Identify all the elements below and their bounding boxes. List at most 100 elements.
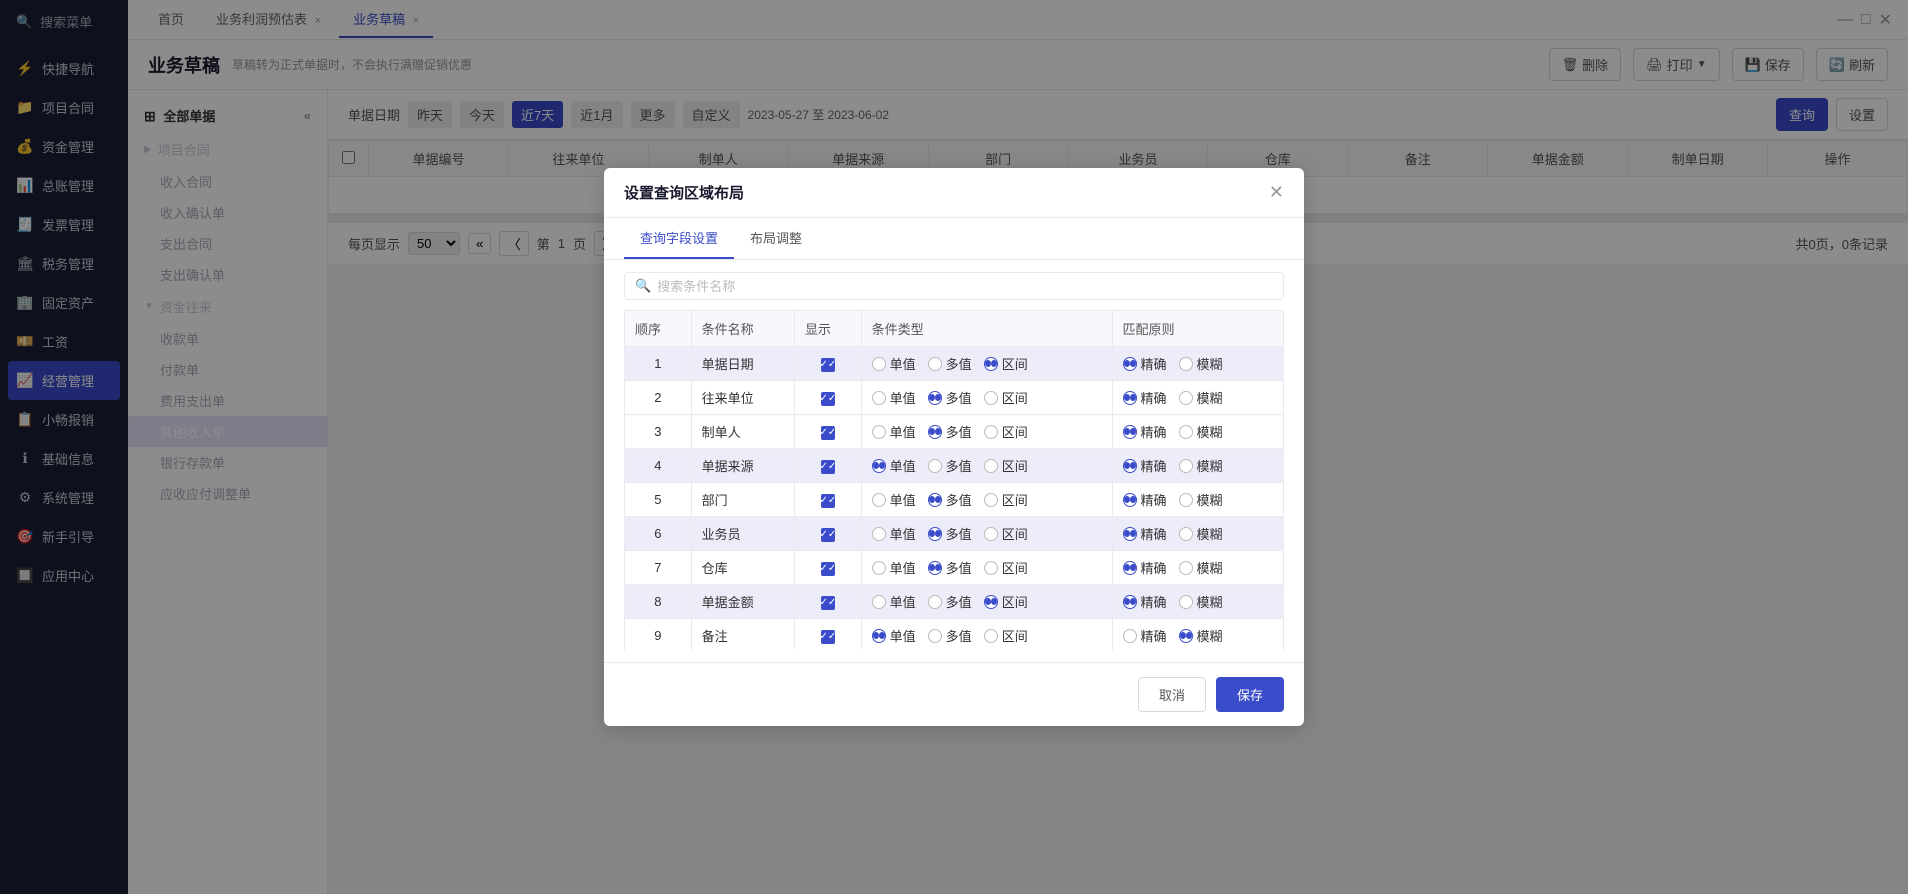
condtype-radio-range[interactable]: 区间 [984, 592, 1028, 611]
condtype-radio-range[interactable]: 区间 [984, 422, 1028, 441]
row-show: ✓ [795, 585, 862, 619]
condtype-radio-single[interactable]: 单值 [872, 490, 916, 509]
row-matchtype: 精确模糊 [1112, 551, 1284, 585]
settings-row: 4单据来源✓单值多值区间精确模糊 [625, 449, 1284, 483]
condtype-radio-multi[interactable]: 多值 [928, 490, 972, 509]
row-name: 单据来源 [691, 449, 794, 483]
show-checkbox[interactable]: ✓ [821, 460, 835, 474]
row-show: ✓ [795, 347, 862, 381]
condtype-radio-single[interactable]: 单值 [872, 524, 916, 543]
condtype-radio-multi[interactable]: 多值 [928, 422, 972, 441]
col-matchtype: 匹配原则 [1112, 311, 1284, 347]
show-checkbox[interactable]: ✓ [821, 358, 835, 372]
dialog-cancel-button[interactable]: 取消 [1138, 677, 1206, 712]
show-checkbox[interactable]: ✓ [821, 630, 835, 644]
condtype-radio-range[interactable]: 区间 [984, 524, 1028, 543]
settings-dialog: 设置查询区域布局 ✕ 查询字段设置 布局调整 🔍 顺序 条件 [604, 168, 1304, 726]
settings-row: 8单据金额 ✓ 单值多值区间 精确模糊 [625, 585, 1284, 619]
condtype-radio-range[interactable]: 区间 [984, 558, 1028, 577]
condtype-radio-multi[interactable]: 多值 [928, 626, 972, 645]
row-condtype: 单值多值区间 [861, 449, 1112, 483]
row-name: 部门 [691, 483, 794, 517]
settings-table-scroll[interactable]: 顺序 条件名称 显示 条件类型 匹配原则 1单据日期✓单值多值区间精确模糊2往来… [624, 310, 1284, 650]
row-show: ✓ [795, 381, 862, 415]
condtype-radio-single[interactable]: 单值 [872, 558, 916, 577]
row-name: 单据日期 [691, 347, 794, 381]
col-show: 显示 [795, 311, 862, 347]
matchtype-radio-exact[interactable]: 精确 [1123, 592, 1167, 611]
condtype-radio-range[interactable]: 区间 [984, 456, 1028, 475]
row-matchtype: 精确模糊 [1112, 449, 1284, 483]
matchtype-radio-fuzzy[interactable]: 模糊 [1179, 524, 1223, 543]
row-order: 8 [625, 585, 692, 619]
show-checkbox[interactable]: ✓ [821, 562, 835, 576]
dialog-close-button[interactable]: ✕ [1269, 182, 1284, 203]
condtype-radio-single[interactable]: 单值 [872, 354, 916, 373]
settings-row: 2往来单位✓单值多值区间精确模糊 [625, 381, 1284, 415]
row-show: ✓ [795, 551, 862, 585]
condtype-radio-single[interactable]: 单值 [872, 626, 916, 645]
matchtype-radio-exact[interactable]: 精确 [1123, 354, 1167, 373]
matchtype-radio-fuzzy[interactable]: 模糊 [1179, 354, 1223, 373]
matchtype-radio-fuzzy[interactable]: 模糊 [1179, 592, 1223, 611]
row-show: ✓ [795, 415, 862, 449]
matchtype-radio-fuzzy[interactable]: 模糊 [1179, 558, 1223, 577]
row-condtype: 单值多值区间 [861, 347, 1112, 381]
row-order: 7 [625, 551, 692, 585]
condtype-radio-range[interactable]: 区间 [984, 354, 1028, 373]
condtype-radio-multi[interactable]: 多值 [928, 354, 972, 373]
matchtype-radio-exact[interactable]: 精确 [1123, 456, 1167, 475]
matchtype-radio-exact[interactable]: 精确 [1123, 388, 1167, 407]
matchtype-radio-exact[interactable]: 精确 [1123, 626, 1167, 645]
condtype-radio-multi[interactable]: 多值 [928, 388, 972, 407]
row-matchtype: 精确模糊 [1112, 415, 1284, 449]
show-checkbox[interactable]: ✓ [821, 596, 835, 610]
row-order: 2 [625, 381, 692, 415]
condtype-radio-multi[interactable]: 多值 [928, 524, 972, 543]
matchtype-radio-fuzzy[interactable]: 模糊 [1179, 388, 1223, 407]
matchtype-radio-fuzzy[interactable]: 模糊 [1179, 490, 1223, 509]
dialog-save-button[interactable]: 保存 [1216, 677, 1284, 712]
matchtype-radio-exact[interactable]: 精确 [1123, 524, 1167, 543]
condtype-radio-single[interactable]: 单值 [872, 422, 916, 441]
condtype-radio-single[interactable]: 单值 [872, 592, 916, 611]
condtype-radio-range[interactable]: 区间 [984, 388, 1028, 407]
row-condtype: 单值多值区间 [861, 517, 1112, 551]
row-order: 9 [625, 619, 692, 651]
condtype-radio-multi[interactable]: 多值 [928, 592, 972, 611]
row-matchtype: 精确模糊 [1112, 517, 1284, 551]
condtype-radio-single[interactable]: 单值 [872, 456, 916, 475]
dialog-title: 设置查询区域布局 [624, 182, 744, 203]
dialog-search-bar: 🔍 [624, 272, 1284, 300]
row-order: 3 [625, 415, 692, 449]
condtype-radio-range[interactable]: 区间 [984, 490, 1028, 509]
dialog-tab-query[interactable]: 查询字段设置 [624, 218, 734, 259]
row-order: 5 [625, 483, 692, 517]
dialog-tabs: 查询字段设置 布局调整 [604, 218, 1304, 260]
condtype-radio-range[interactable]: 区间 [984, 626, 1028, 645]
modal-overlay: 设置查询区域布局 ✕ 查询字段设置 布局调整 🔍 顺序 条件 [0, 0, 1908, 894]
show-checkbox[interactable]: ✓ [821, 494, 835, 508]
row-name: 单据金额 [691, 585, 794, 619]
row-condtype: 单值多值区间 [861, 415, 1112, 449]
row-show: ✓ [795, 483, 862, 517]
matchtype-radio-fuzzy[interactable]: 模糊 [1179, 456, 1223, 475]
show-checkbox[interactable]: ✓ [821, 528, 835, 542]
col-order: 顺序 [625, 311, 692, 347]
condtype-radio-multi[interactable]: 多值 [928, 456, 972, 475]
matchtype-radio-fuzzy[interactable]: 模糊 [1179, 422, 1223, 441]
dialog-search-input[interactable] [657, 279, 1273, 294]
row-condtype: 单值多值区间 [861, 483, 1112, 517]
matchtype-radio-exact[interactable]: 精确 [1123, 422, 1167, 441]
dialog-tab-layout[interactable]: 布局调整 [734, 218, 818, 259]
condtype-radio-single[interactable]: 单值 [872, 388, 916, 407]
condtype-radio-multi[interactable]: 多值 [928, 558, 972, 577]
matchtype-radio-exact[interactable]: 精确 [1123, 558, 1167, 577]
dialog-body: 🔍 顺序 条件名称 显示 条件类型 匹配原则 [604, 260, 1304, 662]
row-condtype: 单值多值区间 [861, 551, 1112, 585]
show-checkbox[interactable]: ✓ [821, 426, 835, 440]
row-order: 4 [625, 449, 692, 483]
matchtype-radio-exact[interactable]: 精确 [1123, 490, 1167, 509]
show-checkbox[interactable]: ✓ [821, 392, 835, 406]
matchtype-radio-fuzzy[interactable]: 模糊 [1179, 626, 1223, 645]
